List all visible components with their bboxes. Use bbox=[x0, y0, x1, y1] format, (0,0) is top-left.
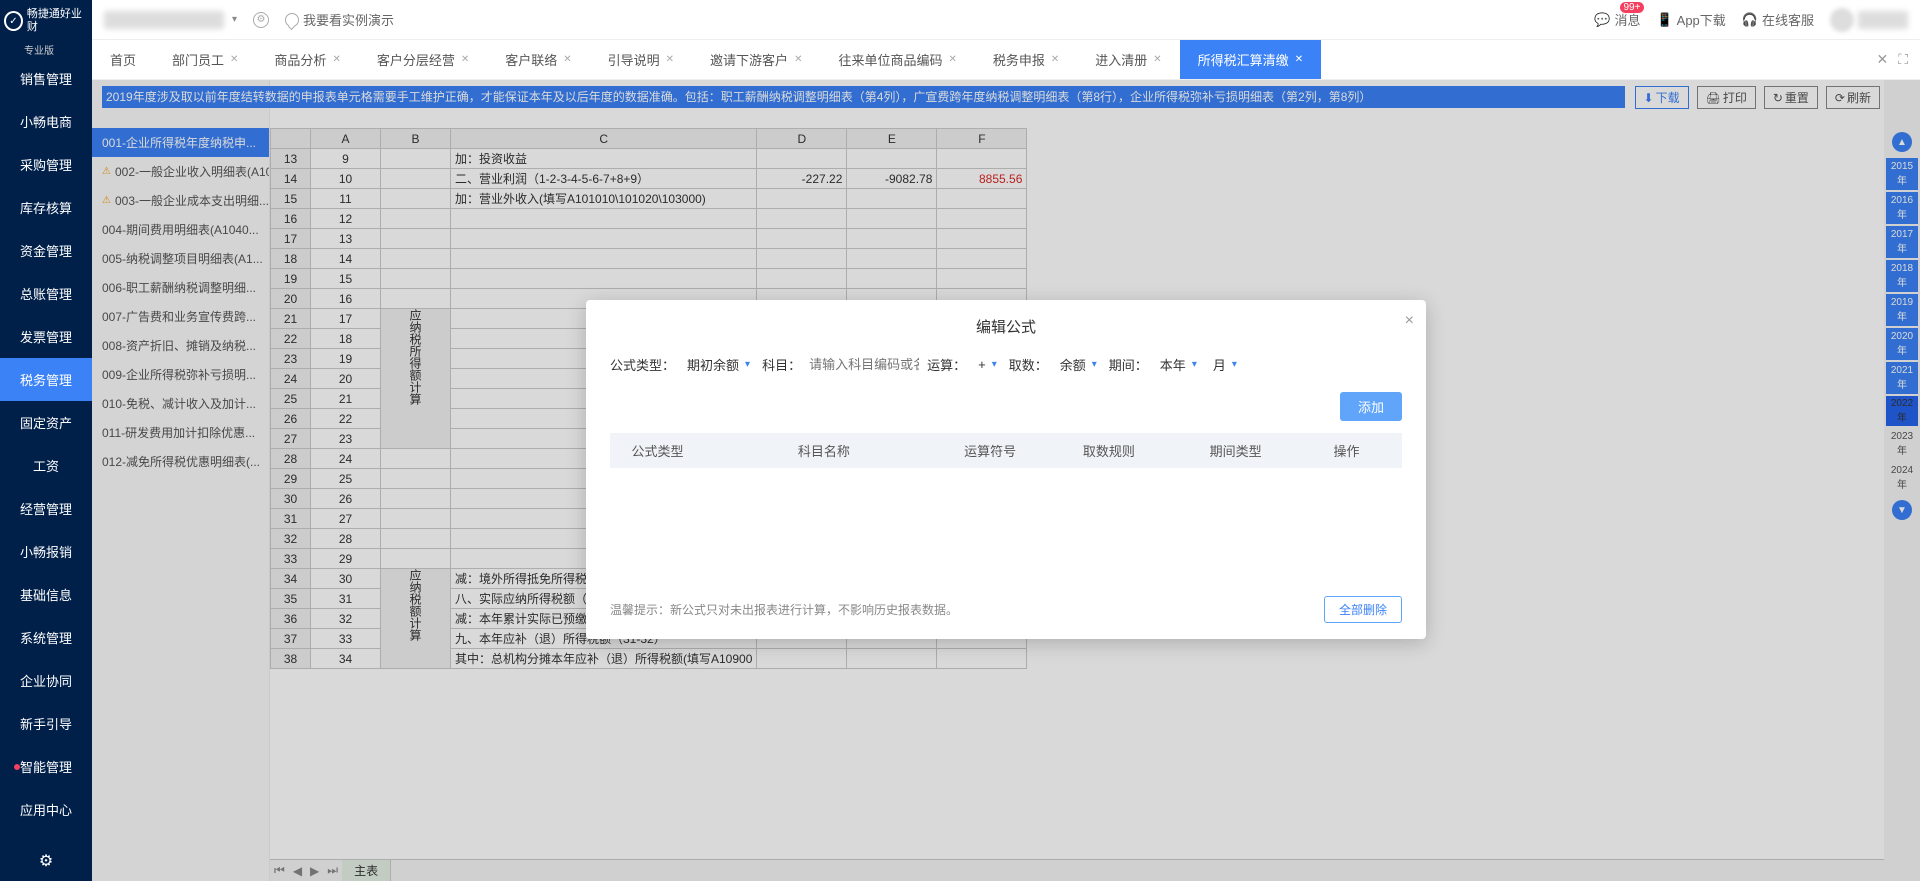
subject-label: 科目： bbox=[762, 355, 801, 374]
modal-tip: 温馨提示：新公式只对未出报表进行计算，不影响历史报表数据。 bbox=[610, 601, 958, 618]
edit-formula-modal: 编辑公式 × 公式类型： 期初余额▾ 科目： 运算： +▾ bbox=[586, 300, 1426, 639]
sidebar-item-10[interactable]: 经营管理 bbox=[0, 487, 92, 530]
tab-5[interactable]: 引导说明✕ bbox=[590, 40, 692, 79]
modal-col-2: 运算符号 bbox=[943, 433, 1038, 468]
messages-button[interactable]: 💬 消息 99+ bbox=[1594, 10, 1640, 29]
tab-close-icon[interactable]: ✕ bbox=[1051, 54, 1059, 65]
company-selector[interactable]: ▾ bbox=[104, 11, 237, 29]
service-label: 在线客服 bbox=[1762, 10, 1814, 29]
username-redacted bbox=[1858, 11, 1908, 29]
modal-close-icon[interactable]: × bbox=[1405, 312, 1414, 330]
modal-title: 编辑公式 bbox=[976, 319, 1036, 336]
sidebar-item-16[interactable]: 智能管理 bbox=[0, 745, 92, 788]
tab-0[interactable]: 首页 bbox=[92, 40, 154, 79]
modal-col-3: 取数规则 bbox=[1038, 433, 1181, 468]
sidebar-item-0[interactable]: 销售管理 bbox=[0, 57, 92, 100]
tab-1[interactable]: 部门员工✕ bbox=[154, 40, 256, 79]
chevron-down-icon: ▾ bbox=[232, 14, 237, 25]
tab-10[interactable]: 所得税汇算清缴✕ bbox=[1180, 40, 1321, 79]
formula-type-select[interactable]: 期初余额▾ bbox=[683, 353, 754, 376]
settings-gear-icon[interactable]: ⚙ bbox=[0, 841, 92, 881]
tab-3[interactable]: 客户分层经营✕ bbox=[359, 40, 487, 79]
sidebar-item-11[interactable]: 小畅报销 bbox=[0, 530, 92, 573]
period-month-select[interactable]: 月▾ bbox=[1209, 353, 1241, 376]
tabs-actions: ✕ ⛶ bbox=[1876, 51, 1920, 68]
brand-logo: ✓ 畅捷通好业财 bbox=[0, 0, 92, 42]
sidebar-item-2[interactable]: 采购管理 bbox=[0, 143, 92, 186]
tab-close-icon[interactable]: ✕ bbox=[461, 54, 469, 65]
logo-icon: ✓ bbox=[4, 11, 23, 31]
sidebar-item-3[interactable]: 库存核算 bbox=[0, 186, 92, 229]
tab-4[interactable]: 客户联络✕ bbox=[487, 40, 589, 79]
brand-edition: 专业版 bbox=[0, 42, 92, 57]
modal-col-0: 公式类型 bbox=[610, 433, 705, 468]
user-menu[interactable] bbox=[1830, 8, 1908, 32]
delete-all-button[interactable]: 全部删除 bbox=[1324, 596, 1402, 623]
sidebar-item-14[interactable]: 企业协同 bbox=[0, 659, 92, 702]
online-service-button[interactable]: 🎧 在线客服 bbox=[1742, 10, 1814, 29]
messages-badge: 99+ bbox=[1620, 2, 1645, 13]
period-year-select[interactable]: 本年▾ bbox=[1156, 353, 1201, 376]
close-tab-icon[interactable]: ✕ bbox=[1876, 51, 1888, 68]
sidebar-item-1[interactable]: 小畅电商 bbox=[0, 100, 92, 143]
sidebar-item-12[interactable]: 基础信息 bbox=[0, 573, 92, 616]
tab-close-icon[interactable]: ✕ bbox=[1153, 54, 1161, 65]
tab-2[interactable]: 商品分析✕ bbox=[256, 40, 358, 79]
sidebar-item-6[interactable]: 发票管理 bbox=[0, 315, 92, 358]
demo-link[interactable]: 我要看实例演示 bbox=[285, 10, 394, 29]
gear-icon[interactable]: ⚙ bbox=[253, 12, 269, 28]
company-name-redacted bbox=[104, 11, 224, 29]
sidebar-item-5[interactable]: 总账管理 bbox=[0, 272, 92, 315]
tab-6[interactable]: 邀请下游客户✕ bbox=[692, 40, 820, 79]
tabs-bar: 首页部门员工✕商品分析✕客户分层经营✕客户联络✕引导说明✕邀请下游客户✕往来单位… bbox=[92, 40, 1920, 80]
bell-icon: 💬 bbox=[1594, 12, 1610, 28]
tab-close-icon[interactable]: ✕ bbox=[666, 54, 674, 65]
tab-close-icon[interactable]: ✕ bbox=[563, 54, 571, 65]
chat-bubble-icon bbox=[285, 13, 299, 27]
brand-name: 畅捷通好业财 bbox=[27, 8, 88, 34]
sidebar-item-8[interactable]: 固定资产 bbox=[0, 401, 92, 444]
add-button[interactable]: 添加 bbox=[1340, 392, 1402, 421]
tab-close-icon[interactable]: ✕ bbox=[1295, 54, 1303, 65]
tab-7[interactable]: 往来单位商品编码✕ bbox=[820, 40, 974, 79]
topbar: ▾ ⚙ 我要看实例演示 💬 消息 99+ 📱 App下载 🎧 在线客服 bbox=[92, 0, 1920, 40]
sidebar-item-9[interactable]: 工资 bbox=[0, 444, 92, 487]
tab-close-icon[interactable]: ✕ bbox=[794, 54, 802, 65]
tab-9[interactable]: 进入清册✕ bbox=[1077, 40, 1179, 79]
sidebar: ✓ 畅捷通好业财 专业版 销售管理小畅电商采购管理库存核算资金管理总账管理发票管… bbox=[0, 0, 92, 881]
modal-col-5: 操作 bbox=[1291, 433, 1402, 468]
tab-8[interactable]: 税务申报✕ bbox=[975, 40, 1077, 79]
headset-icon: 🎧 bbox=[1742, 12, 1758, 28]
fetch-select[interactable]: 余额▾ bbox=[1056, 353, 1101, 376]
sidebar-item-15[interactable]: 新手引导 bbox=[0, 702, 92, 745]
formula-table: 公式类型科目名称运算符号取数规则期间类型操作 bbox=[610, 433, 1402, 468]
fetch-label: 取数： bbox=[1009, 355, 1048, 374]
period-label: 期间： bbox=[1109, 355, 1148, 374]
sidebar-item-7[interactable]: 税务管理 bbox=[0, 358, 92, 401]
calc-select[interactable]: +▾ bbox=[974, 355, 1001, 374]
tab-close-icon[interactable]: ✕ bbox=[948, 54, 956, 65]
subject-input[interactable] bbox=[809, 357, 919, 373]
tab-close-icon[interactable]: ✕ bbox=[332, 54, 340, 65]
download-label: App下载 bbox=[1677, 10, 1726, 29]
sidebar-item-17[interactable]: 应用中心 bbox=[0, 788, 92, 831]
demo-label: 我要看实例演示 bbox=[303, 10, 394, 29]
avatar bbox=[1830, 8, 1854, 32]
phone-icon: 📱 bbox=[1656, 12, 1672, 28]
app-download-button[interactable]: 📱 App下载 bbox=[1656, 10, 1725, 29]
modal-col-1: 科目名称 bbox=[705, 433, 943, 468]
sidebar-item-13[interactable]: 系统管理 bbox=[0, 616, 92, 659]
modal-col-4: 期间类型 bbox=[1180, 433, 1291, 468]
formula-type-label: 公式类型： bbox=[610, 355, 675, 374]
expand-icon[interactable]: ⛶ bbox=[1898, 51, 1908, 68]
calc-label: 运算： bbox=[927, 355, 966, 374]
tab-close-icon[interactable]: ✕ bbox=[230, 54, 238, 65]
sidebar-item-4[interactable]: 资金管理 bbox=[0, 229, 92, 272]
